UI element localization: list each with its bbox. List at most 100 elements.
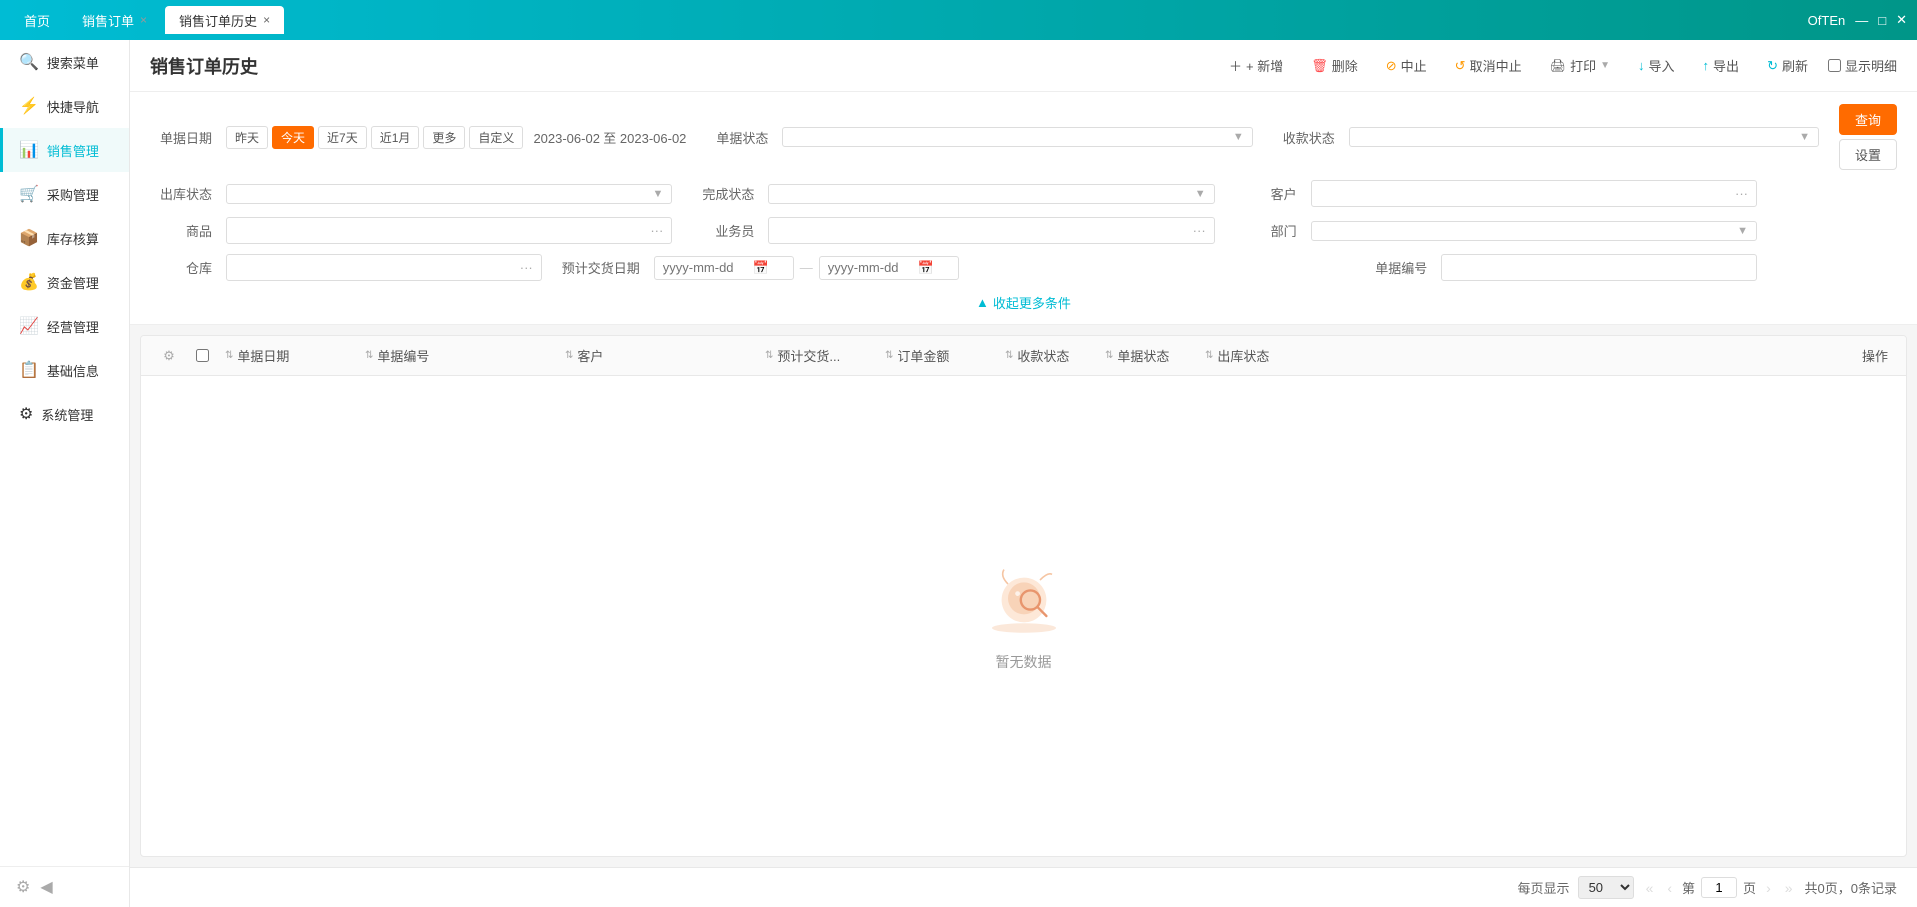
bill-no-input[interactable] xyxy=(1450,258,1748,277)
sidebar-item-purchase-mgmt-label: 采购管理 xyxy=(47,185,99,204)
th-no: ⇅ 单据编号 xyxy=(357,346,557,365)
delivery-date-from[interactable] xyxy=(663,260,753,275)
tab-sales-order-close[interactable]: × xyxy=(140,13,147,27)
warehouse-input[interactable] xyxy=(235,258,520,277)
th-sort-customer[interactable]: ⇅ xyxy=(565,350,573,361)
bill-status-select[interactable]: ▼ xyxy=(782,127,1252,147)
collapse-btn[interactable]: ▲ 收起更多条件 xyxy=(150,289,1897,312)
display-detail-checkbox[interactable] xyxy=(1828,59,1841,72)
goods-input[interactable] xyxy=(235,221,650,240)
delete-button[interactable]: 🗑 删除 xyxy=(1303,52,1366,79)
th-sort-bill[interactable]: ⇅ xyxy=(1105,350,1113,361)
th-sort-date[interactable]: ⇅ xyxy=(225,350,233,361)
sidebar-item-quick-nav[interactable]: ⚡ 快捷导航 xyxy=(0,84,129,128)
page-label: 第 xyxy=(1682,878,1695,897)
next-page-btn[interactable]: › xyxy=(1762,878,1775,898)
date-btn-more[interactable]: 更多 xyxy=(423,126,465,149)
payment-status-select[interactable]: ▼ xyxy=(1349,127,1819,147)
table-settings-btn[interactable]: ⚙ xyxy=(151,348,187,364)
export-button[interactable]: ↑ 导出 xyxy=(1695,52,1748,79)
stop-icon: ⊘ xyxy=(1386,58,1397,74)
sidebar-notification-icon[interactable]: ◀ xyxy=(40,877,52,897)
customer-input[interactable] xyxy=(1320,184,1735,203)
date-btn-today[interactable]: 今天 xyxy=(272,126,314,149)
delivery-date-filter: 预计交货日期 📅 — 📅 xyxy=(562,256,1346,280)
sidebar-item-search-menu[interactable]: 🔍 搜索菜单 xyxy=(0,40,129,84)
dept-select[interactable]: ▼ xyxy=(1311,221,1757,241)
date-value: 2023-06-02 至 2023-06-02 xyxy=(533,128,686,147)
out-status-chevron: ▼ xyxy=(652,188,663,200)
sidebar-item-quick-nav-label: 快捷导航 xyxy=(47,97,99,116)
settings-btn[interactable]: 设置 xyxy=(1839,139,1897,170)
customer-ellipsis[interactable]: ··· xyxy=(1735,186,1748,201)
goods-ellipsis[interactable]: ··· xyxy=(650,223,663,238)
sidebar-item-basic-info[interactable]: 📋 基础信息 xyxy=(0,348,129,392)
add-button[interactable]: ＋ + 新增 xyxy=(1221,52,1291,79)
per-page-select[interactable]: 10 20 50 100 xyxy=(1578,876,1634,899)
select-all-checkbox[interactable] xyxy=(196,349,209,362)
th-bill-status: ⇅ 单据状态 xyxy=(1097,346,1197,365)
out-status-select[interactable]: ▼ xyxy=(226,184,672,204)
sidebar-item-operations[interactable]: 📈 经营管理 xyxy=(0,304,129,348)
th-sort-delivery[interactable]: ⇅ xyxy=(765,350,773,361)
payment-status-label: 收款状态 xyxy=(1273,128,1343,147)
page-nav: « ‹ 第 页 › » xyxy=(1642,877,1797,898)
tab-sales-order-history[interactable]: 销售订单历史 × xyxy=(165,6,284,34)
minimize-btn[interactable]: — xyxy=(1855,13,1868,28)
th-sort-payment[interactable]: ⇅ xyxy=(1005,350,1013,361)
th-sort-amount[interactable]: ⇅ xyxy=(885,350,893,361)
salesperson-input[interactable] xyxy=(777,221,1192,240)
delete-icon: 🗑 xyxy=(1311,58,1328,74)
warehouse-ellipsis[interactable]: ··· xyxy=(520,260,533,275)
cancel-stop-label: 取消中止 xyxy=(1470,56,1522,75)
sidebar-item-finance[interactable]: 💰 资金管理 xyxy=(0,260,129,304)
export-icon: ↑ xyxy=(1703,58,1710,73)
calendar-from-icon[interactable]: 📅 xyxy=(753,260,769,276)
complete-status-select[interactable]: ▼ xyxy=(768,184,1214,204)
bill-no-input-wrapper xyxy=(1441,254,1757,281)
delivery-date-to[interactable] xyxy=(828,260,918,275)
date-btn-yesterday[interactable]: 昨天 xyxy=(226,126,268,149)
display-detail-checkbox-label[interactable]: 显示明细 xyxy=(1828,56,1897,75)
table-select-all[interactable] xyxy=(187,349,217,362)
sidebar-settings-icon[interactable]: ⚙ xyxy=(16,877,30,897)
cancel-stop-icon: ↺ xyxy=(1455,58,1466,74)
calendar-to-icon[interactable]: 📅 xyxy=(918,260,934,276)
tab-home-label: 首页 xyxy=(24,11,50,30)
th-delivery: ⇅ 预计交货... xyxy=(757,346,877,365)
maximize-btn[interactable]: □ xyxy=(1878,13,1886,28)
query-btn-right[interactable]: 查询 xyxy=(1839,104,1897,135)
date-btn-7days[interactable]: 近7天 xyxy=(318,126,367,149)
th-sort-no[interactable]: ⇅ xyxy=(365,350,373,361)
date-btn-1month[interactable]: 近1月 xyxy=(371,126,420,149)
tab-sales-order-history-close[interactable]: × xyxy=(263,13,270,27)
operations-icon: 📈 xyxy=(19,316,39,336)
last-page-btn[interactable]: » xyxy=(1781,878,1797,898)
sidebar-item-system[interactable]: ⚙ 系统管理 xyxy=(0,392,129,436)
tab-home[interactable]: 首页 xyxy=(10,6,64,34)
th-sort-stock[interactable]: ⇅ xyxy=(1205,350,1213,361)
sidebar-item-sales-mgmt[interactable]: 📊 销售管理 xyxy=(0,128,129,172)
goods-label: 商品 xyxy=(150,221,220,240)
tab-sales-order-history-label: 销售订单历史 xyxy=(179,11,257,30)
date-btn-custom[interactable]: 自定义 xyxy=(469,126,523,149)
warehouse-input-wrapper: ··· xyxy=(226,254,542,281)
stop-button[interactable]: ⊘ 中止 xyxy=(1378,52,1435,79)
page-input[interactable] xyxy=(1701,877,1737,898)
payment-status-chevron: ▼ xyxy=(1799,131,1810,143)
purchase-mgmt-icon: 🛒 xyxy=(19,184,39,204)
cancel-stop-button[interactable]: ↺ 取消中止 xyxy=(1447,52,1530,79)
close-btn[interactable]: ✕ xyxy=(1896,12,1907,28)
tab-sales-order[interactable]: 销售订单 × xyxy=(68,6,161,34)
refresh-button[interactable]: ↻ 刷新 xyxy=(1759,52,1816,79)
sidebar-item-purchase-mgmt[interactable]: 🛒 采购管理 xyxy=(0,172,129,216)
salesperson-ellipsis[interactable]: ··· xyxy=(1193,223,1206,238)
print-button[interactable]: 🖨 打印 ▼ xyxy=(1542,52,1618,79)
prev-page-btn[interactable]: ‹ xyxy=(1663,878,1676,898)
table-header: ⚙ ⇅ 单据日期 ⇅ 单据编号 ⇅ 客户 ⇅ 预计交货. xyxy=(141,336,1906,376)
import-button[interactable]: ↓ 导入 xyxy=(1630,52,1683,79)
first-page-btn[interactable]: « xyxy=(1642,878,1658,898)
top-bar: 首页 销售订单 × 销售订单历史 × OfTEn — □ ✕ xyxy=(0,0,1917,40)
sidebar-item-inventory[interactable]: 📦 库存核算 xyxy=(0,216,129,260)
bill-status-chevron: ▼ xyxy=(1233,131,1244,143)
